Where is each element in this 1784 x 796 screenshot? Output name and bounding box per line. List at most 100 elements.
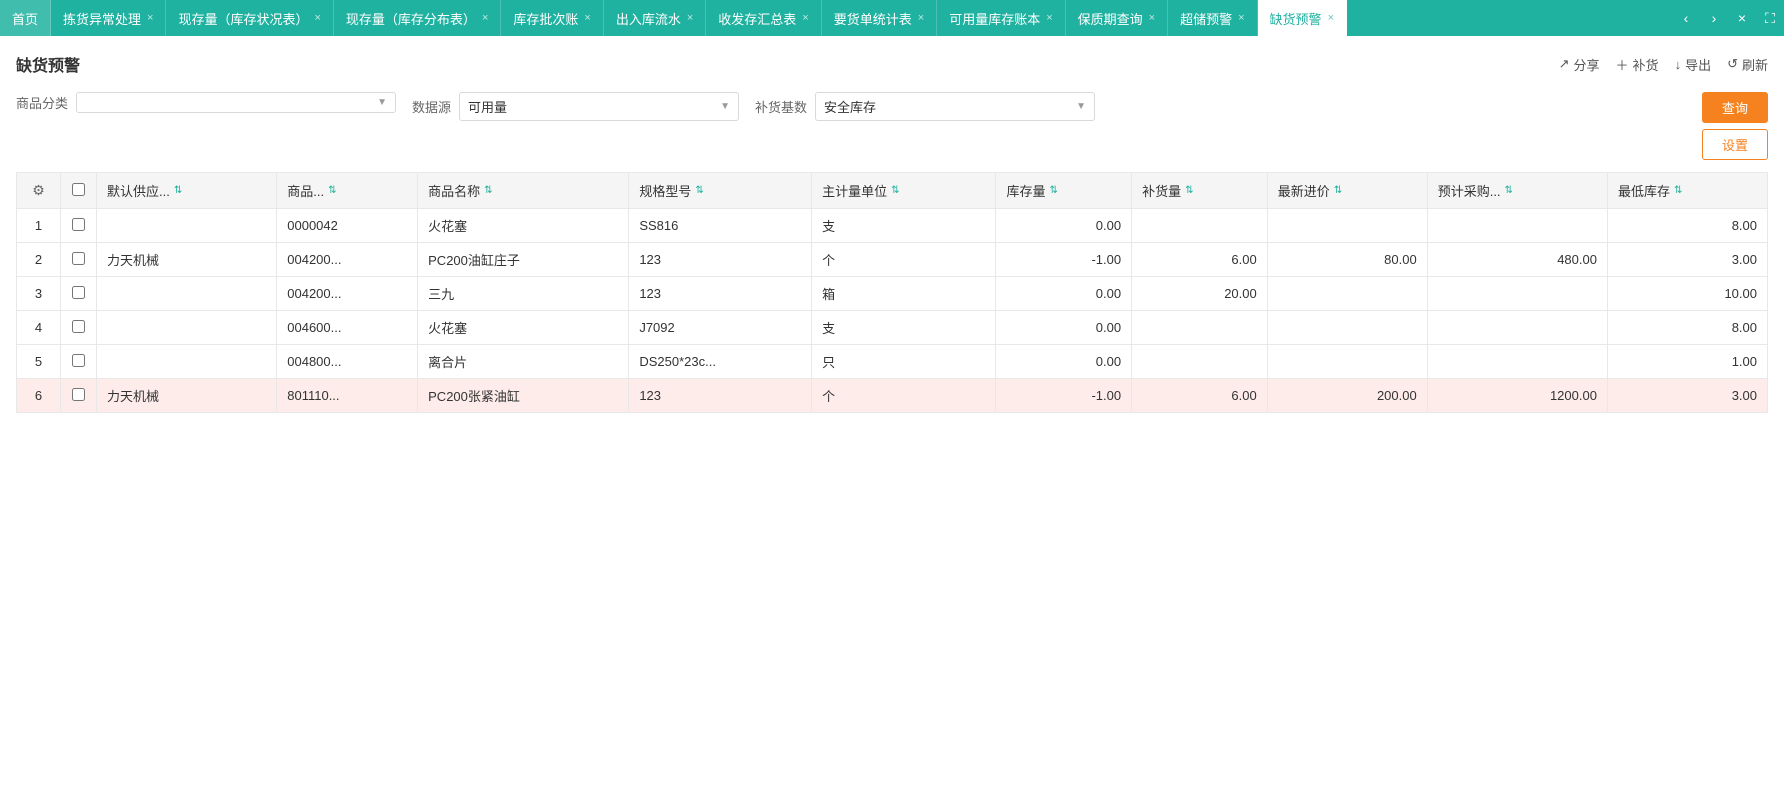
table-row: 1 0000042 火花塞 SS816 支 0.00 8.00 (17, 209, 1768, 243)
cell-latest-price (1267, 209, 1427, 243)
cell-product-code: 801110... (277, 379, 418, 413)
th-settings[interactable]: ⚙ (17, 173, 61, 209)
cell-product-name: 火花塞 (418, 209, 629, 243)
row-number: 6 (17, 379, 61, 413)
restock-base-filter-group: 补货基数 安全库存 ▼ (755, 92, 1095, 121)
tab-close[interactable]: × (687, 12, 693, 24)
tab-close[interactable]: × (1238, 12, 1244, 24)
cell-unit: 个 (812, 379, 996, 413)
row-checkbox-cell[interactable] (61, 243, 97, 277)
cell-default-supplier: 力天机械 (97, 379, 277, 413)
th-product-name-label: 商品名称 (428, 181, 480, 200)
page-header: 缺货预警 ↗ 分享 ＋ 补货 ↓ 导出 ↺ 刷新 (16, 52, 1768, 76)
th-unit-label: 主计量单位 (822, 181, 887, 200)
tab-close[interactable]: × (802, 12, 808, 24)
tab-close[interactable]: × (314, 12, 320, 24)
tab-close[interactable]: × (1046, 12, 1052, 24)
cell-stock-qty: 0.00 (996, 209, 1132, 243)
row-checkbox[interactable] (72, 252, 85, 265)
cell-latest-price: 200.00 (1267, 379, 1427, 413)
cell-spec: SS816 (629, 209, 812, 243)
tab-close[interactable]: × (584, 12, 590, 24)
tab-stockout[interactable]: 缺货预警 × (1258, 0, 1347, 36)
row-number: 1 (17, 209, 61, 243)
sort-icon: ⇅ (328, 185, 336, 196)
sort-icon: ⇅ (1050, 185, 1058, 196)
tab-window-close-button[interactable]: × (1728, 0, 1756, 36)
cell-min-stock: 8.00 (1607, 209, 1767, 243)
th-latest-price-label: 最新进价 (1278, 181, 1330, 200)
cell-stock-qty: 0.00 (996, 345, 1132, 379)
refresh-icon: ↺ (1727, 56, 1738, 72)
th-stock-qty[interactable]: 库存量 ⇅ (996, 173, 1132, 209)
row-number: 2 (17, 243, 61, 277)
tab-order-stats[interactable]: 要货单统计表 × (822, 0, 937, 36)
th-product-name[interactable]: 商品名称 ⇅ (418, 173, 629, 209)
export-button[interactable]: ↓ 导出 (1675, 55, 1712, 74)
restock-base-select[interactable]: 安全库存 ▼ (815, 92, 1095, 121)
row-checkbox[interactable] (72, 286, 85, 299)
th-default-supplier[interactable]: 默认供应... ⇅ (97, 173, 277, 209)
tab-available-ledger[interactable]: 可用量库存账本 × (937, 0, 1065, 36)
tab-home[interactable]: 首页 (0, 0, 51, 36)
cell-spec: DS250*23c... (629, 345, 812, 379)
tab-home-label: 首页 (12, 9, 38, 28)
settings-button[interactable]: 设置 (1702, 129, 1768, 160)
th-min-stock[interactable]: 最低库存 ⇅ (1607, 173, 1767, 209)
tab-batch-account[interactable]: 库存批次账 × (501, 0, 603, 36)
tab-defect-process[interactable]: 拣货异常处理 × (51, 0, 166, 36)
row-checkbox[interactable] (72, 388, 85, 401)
query-button[interactable]: 查询 (1702, 92, 1768, 123)
cell-est-purchase: 480.00 (1427, 243, 1607, 277)
tab-recv-summary[interactable]: 收发存汇总表 × (706, 0, 821, 36)
tab-fullscreen-button[interactable]: ⛶ (1756, 0, 1784, 36)
cell-restock-qty: 6.00 (1132, 379, 1268, 413)
row-checkbox-cell[interactable] (61, 311, 97, 345)
refresh-button[interactable]: ↺ 刷新 (1727, 55, 1768, 74)
tab-inout-flow[interactable]: 出入库流水 × (604, 0, 706, 36)
tab-close[interactable]: × (147, 12, 153, 24)
cell-stock-qty: -1.00 (996, 379, 1132, 413)
share-button[interactable]: ↗ 分享 (1559, 55, 1600, 74)
main-content: 缺货预警 ↗ 分享 ＋ 补货 ↓ 导出 ↺ 刷新 商品分类 (0, 36, 1784, 796)
th-unit[interactable]: 主计量单位 ⇅ (812, 173, 996, 209)
th-latest-price[interactable]: 最新进价 ⇅ (1267, 173, 1427, 209)
cell-product-code: 0000042 (277, 209, 418, 243)
row-checkbox-cell[interactable] (61, 209, 97, 243)
cell-unit: 支 (812, 209, 996, 243)
tab-prev-button[interactable]: ‹ (1672, 0, 1700, 36)
th-spec[interactable]: 规格型号 ⇅ (629, 173, 812, 209)
th-est-purchase[interactable]: 预计采购... ⇅ (1427, 173, 1607, 209)
row-checkbox[interactable] (72, 218, 85, 231)
select-all-checkbox[interactable] (72, 183, 85, 196)
tab-next-button[interactable]: › (1700, 0, 1728, 36)
th-min-stock-label: 最低库存 (1618, 181, 1670, 200)
tab-close[interactable]: × (1149, 12, 1155, 24)
cell-stock-qty: 0.00 (996, 311, 1132, 345)
restock-base-label: 补货基数 (755, 97, 807, 116)
th-restock-qty[interactable]: 补货量 ⇅ (1132, 173, 1268, 209)
tab-inventory-status[interactable]: 现存量（库存状况表） × (166, 0, 333, 36)
cell-restock-qty: 20.00 (1132, 277, 1268, 311)
cell-restock-qty (1132, 345, 1268, 379)
row-checkbox-cell[interactable] (61, 345, 97, 379)
row-checkbox[interactable] (72, 354, 85, 367)
datasource-select[interactable]: 可用量 ▼ (459, 92, 739, 121)
category-select[interactable]: ▼ (76, 92, 396, 113)
row-checkbox-cell[interactable] (61, 277, 97, 311)
row-checkbox[interactable] (72, 320, 85, 333)
tab-close[interactable]: × (1328, 12, 1334, 24)
tab-expiry-query[interactable]: 保质期查询 × (1066, 0, 1168, 36)
cell-spec: 123 (629, 277, 812, 311)
table-body: 1 0000042 火花塞 SS816 支 0.00 8.00 2 力天机械 0… (17, 209, 1768, 413)
datasource-select-value: 可用量 (468, 97, 507, 116)
restock-button[interactable]: ＋ 补货 (1616, 55, 1659, 74)
cell-default-supplier (97, 311, 277, 345)
tab-overstock[interactable]: 超储预警 × (1168, 0, 1257, 36)
tab-close[interactable]: × (482, 12, 488, 24)
row-checkbox-cell[interactable] (61, 379, 97, 413)
th-product-code[interactable]: 商品... ⇅ (277, 173, 418, 209)
table-row: 4 004600... 火花塞 J7092 支 0.00 8.00 (17, 311, 1768, 345)
tab-close[interactable]: × (918, 12, 924, 24)
tab-inventory-dist[interactable]: 现存量（库存分布表） × (334, 0, 501, 36)
